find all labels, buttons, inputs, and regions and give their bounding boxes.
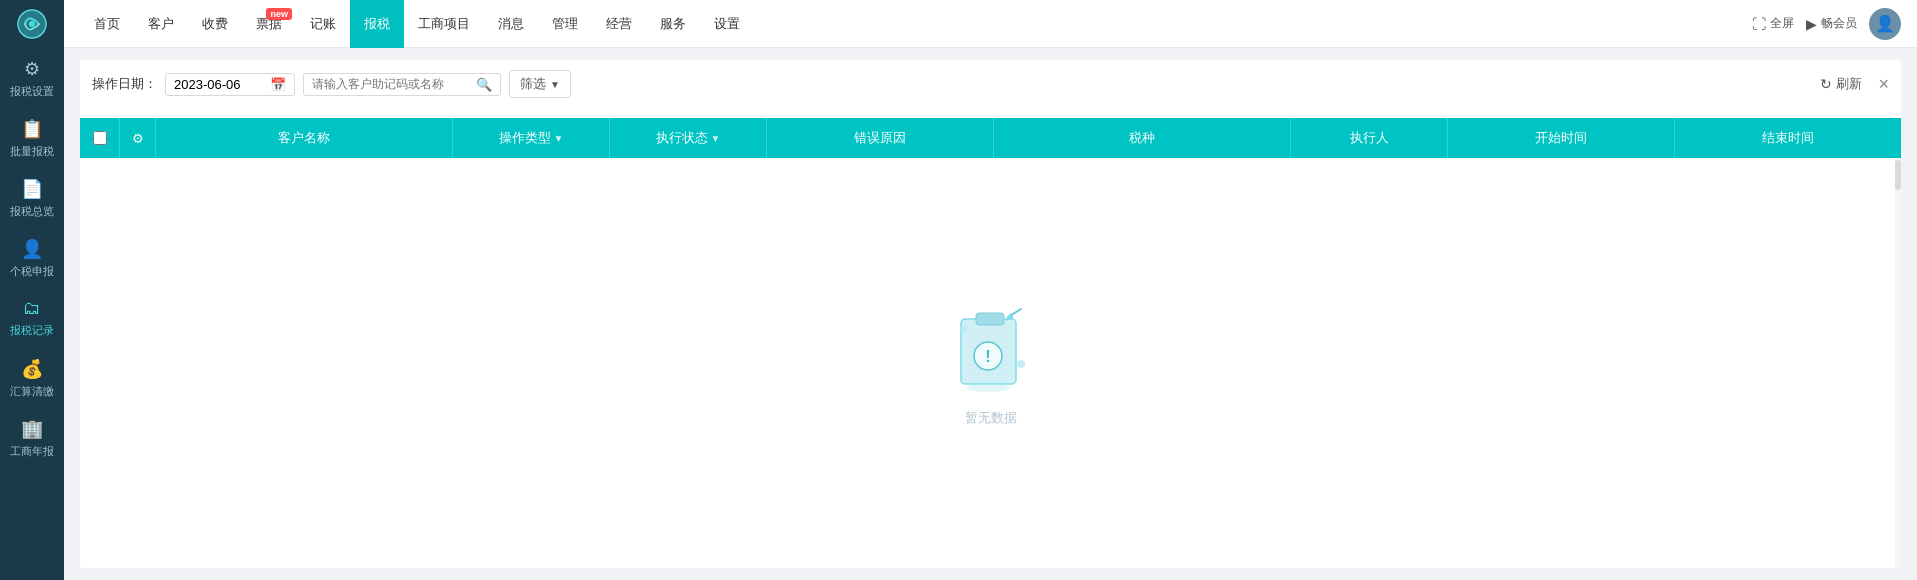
calendar-icon: 📅 bbox=[270, 77, 286, 92]
play-icon: ▶ bbox=[1806, 16, 1817, 32]
main-card: 操作日期： 📅 🔍 筛选 ▼ ↻ 刷新 × bbox=[80, 60, 1901, 568]
sidebar-item-label: 报税记录 bbox=[10, 323, 54, 337]
filter-icon-status: ▼ bbox=[711, 133, 721, 144]
fullscreen-icon: ⛶ bbox=[1752, 16, 1766, 32]
table-wrap: ⚙ 客户名称 操作类型 ▼ 执行状态 ▼ 错误原因 bbox=[80, 118, 1901, 568]
filter-label: 筛选 bbox=[520, 75, 546, 93]
refresh-button[interactable]: ↻ 刷新 bbox=[1820, 75, 1862, 93]
sidebar-logo bbox=[0, 0, 64, 48]
th-gear[interactable]: ⚙ bbox=[120, 118, 156, 158]
th-error-reason: 错误原因 bbox=[767, 118, 994, 158]
svg-point-10 bbox=[966, 384, 1010, 392]
th-start-time: 开始时间 bbox=[1448, 118, 1675, 158]
new-badge: new bbox=[266, 8, 292, 20]
svg-point-7 bbox=[1017, 360, 1025, 368]
th-checkbox[interactable] bbox=[80, 118, 120, 158]
filter-icon-type: ▼ bbox=[554, 133, 564, 144]
person-icon: 👤 bbox=[21, 238, 43, 260]
sidebar-item-label: 汇算清缴 bbox=[10, 384, 54, 398]
toolbar-row: 操作日期： 📅 🔍 筛选 ▼ ↻ 刷新 × bbox=[80, 60, 1901, 108]
svg-point-6 bbox=[961, 326, 967, 332]
topnav-items: 首页 客户 收费 票据 new 记账 报税 工商项目 消息 bbox=[80, 0, 1752, 48]
date-picker[interactable]: 📅 bbox=[165, 73, 295, 96]
money-icon: 💰 bbox=[21, 358, 43, 380]
topnav: 首页 客户 收费 票据 new 记账 报税 工商项目 消息 bbox=[64, 0, 1917, 48]
svg-point-1 bbox=[29, 21, 35, 27]
sidebar-item-huisuan-jiaona[interactable]: 💰 汇算清缴 bbox=[0, 348, 64, 408]
sidebar-item-label: 工商年报 bbox=[10, 444, 54, 458]
settings-icon: ⚙ bbox=[24, 58, 40, 80]
member-btn[interactable]: ▶ 畅会员 bbox=[1806, 15, 1857, 32]
empty-text: 暂无数据 bbox=[965, 409, 1017, 427]
sidebar-item-piliang-baoshui[interactable]: 📋 批量报税 bbox=[0, 108, 64, 168]
chevron-down-icon: ▼ bbox=[550, 79, 560, 90]
sidebar-item-label: 报税总览 bbox=[10, 204, 54, 218]
building-icon: 🏢 bbox=[21, 418, 43, 440]
sidebar-item-gongshang-nianbao[interactable]: 🏢 工商年报 bbox=[0, 408, 64, 468]
main-area: 首页 客户 收费 票据 new 记账 报税 工商项目 消息 bbox=[64, 0, 1917, 580]
gear-icon: ⚙ bbox=[132, 131, 144, 146]
table-header: ⚙ 客户名称 操作类型 ▼ 执行状态 ▼ 错误原因 bbox=[80, 118, 1901, 158]
sidebar-item-baoshui-shezhi[interactable]: ⚙ 报税设置 bbox=[0, 48, 64, 108]
th-tax-type: 税种 bbox=[994, 118, 1291, 158]
content-area: 操作日期： 📅 🔍 筛选 ▼ ↻ 刷新 × bbox=[64, 48, 1917, 580]
scrollbar-track[interactable] bbox=[1895, 158, 1901, 568]
sidebar-item-label: 报税设置 bbox=[10, 84, 54, 98]
fullscreen-btn[interactable]: ⛶ 全屏 bbox=[1752, 15, 1794, 32]
date-input[interactable] bbox=[174, 77, 264, 92]
th-execution-status[interactable]: 执行状态 ▼ bbox=[610, 118, 767, 158]
th-end-time: 结束时间 bbox=[1675, 118, 1901, 158]
topnav-right: ⛶ 全屏 ▶ 畅会员 👤 bbox=[1752, 8, 1901, 40]
th-customer-name: 客户名称 bbox=[156, 118, 453, 158]
nav-shezhi[interactable]: 设置 bbox=[700, 0, 754, 48]
refresh-icon: ↻ bbox=[1820, 76, 1832, 92]
record-icon: 🗂 bbox=[23, 298, 41, 319]
sidebar-item-baoshui-jilu[interactable]: 🗂 报税记录 bbox=[0, 288, 64, 348]
filter-button[interactable]: 筛选 ▼ bbox=[509, 70, 571, 98]
overview-icon: 📄 bbox=[21, 178, 43, 200]
nav-jizhang[interactable]: 记账 bbox=[296, 0, 350, 48]
svg-rect-3 bbox=[976, 313, 1004, 325]
sidebar: ⚙ 报税设置 📋 批量报税 📄 报税总览 👤 个税申报 🗂 报税记录 💰 汇算清… bbox=[0, 0, 64, 580]
sidebar-item-baoshui-zongjian[interactable]: 📄 报税总览 bbox=[0, 168, 64, 228]
search-input[interactable] bbox=[312, 77, 472, 91]
nav-jingying[interactable]: 经营 bbox=[592, 0, 646, 48]
empty-illustration: ! bbox=[946, 299, 1036, 399]
nav-piaoju[interactable]: 票据 new bbox=[242, 0, 296, 48]
avatar-icon: 👤 bbox=[1875, 14, 1895, 33]
nav-guanli[interactable]: 管理 bbox=[538, 0, 592, 48]
th-executor: 执行人 bbox=[1291, 118, 1448, 158]
select-all-checkbox[interactable] bbox=[93, 131, 107, 145]
svg-text:!: ! bbox=[985, 348, 990, 365]
batch-icon: 📋 bbox=[21, 118, 43, 140]
scrollbar-thumb[interactable] bbox=[1895, 160, 1901, 190]
search-icon[interactable]: 🔍 bbox=[476, 77, 492, 92]
nav-fuwu[interactable]: 服务 bbox=[646, 0, 700, 48]
empty-state: ! 暂无数据 bbox=[946, 299, 1036, 427]
nav-baoshui[interactable]: 报税 bbox=[350, 0, 404, 48]
nav-shoufei[interactable]: 收费 bbox=[188, 0, 242, 48]
sidebar-item-label: 个税申报 bbox=[10, 264, 54, 278]
nav-gongshang[interactable]: 工商项目 bbox=[404, 0, 484, 48]
nav-home[interactable]: 首页 bbox=[80, 0, 134, 48]
nav-customer[interactable]: 客户 bbox=[134, 0, 188, 48]
sidebar-item-label: 批量报税 bbox=[10, 144, 54, 158]
close-button[interactable]: × bbox=[1878, 74, 1889, 95]
th-operation-type[interactable]: 操作类型 ▼ bbox=[453, 118, 610, 158]
search-wrap[interactable]: 🔍 bbox=[303, 73, 501, 96]
sidebar-item-geshuishen-bao[interactable]: 👤 个税申报 bbox=[0, 228, 64, 288]
nav-xiaoxi[interactable]: 消息 bbox=[484, 0, 538, 48]
avatar[interactable]: 👤 bbox=[1869, 8, 1901, 40]
date-label: 操作日期： bbox=[92, 75, 157, 93]
table-body: ! 暂无数据 bbox=[80, 158, 1901, 568]
